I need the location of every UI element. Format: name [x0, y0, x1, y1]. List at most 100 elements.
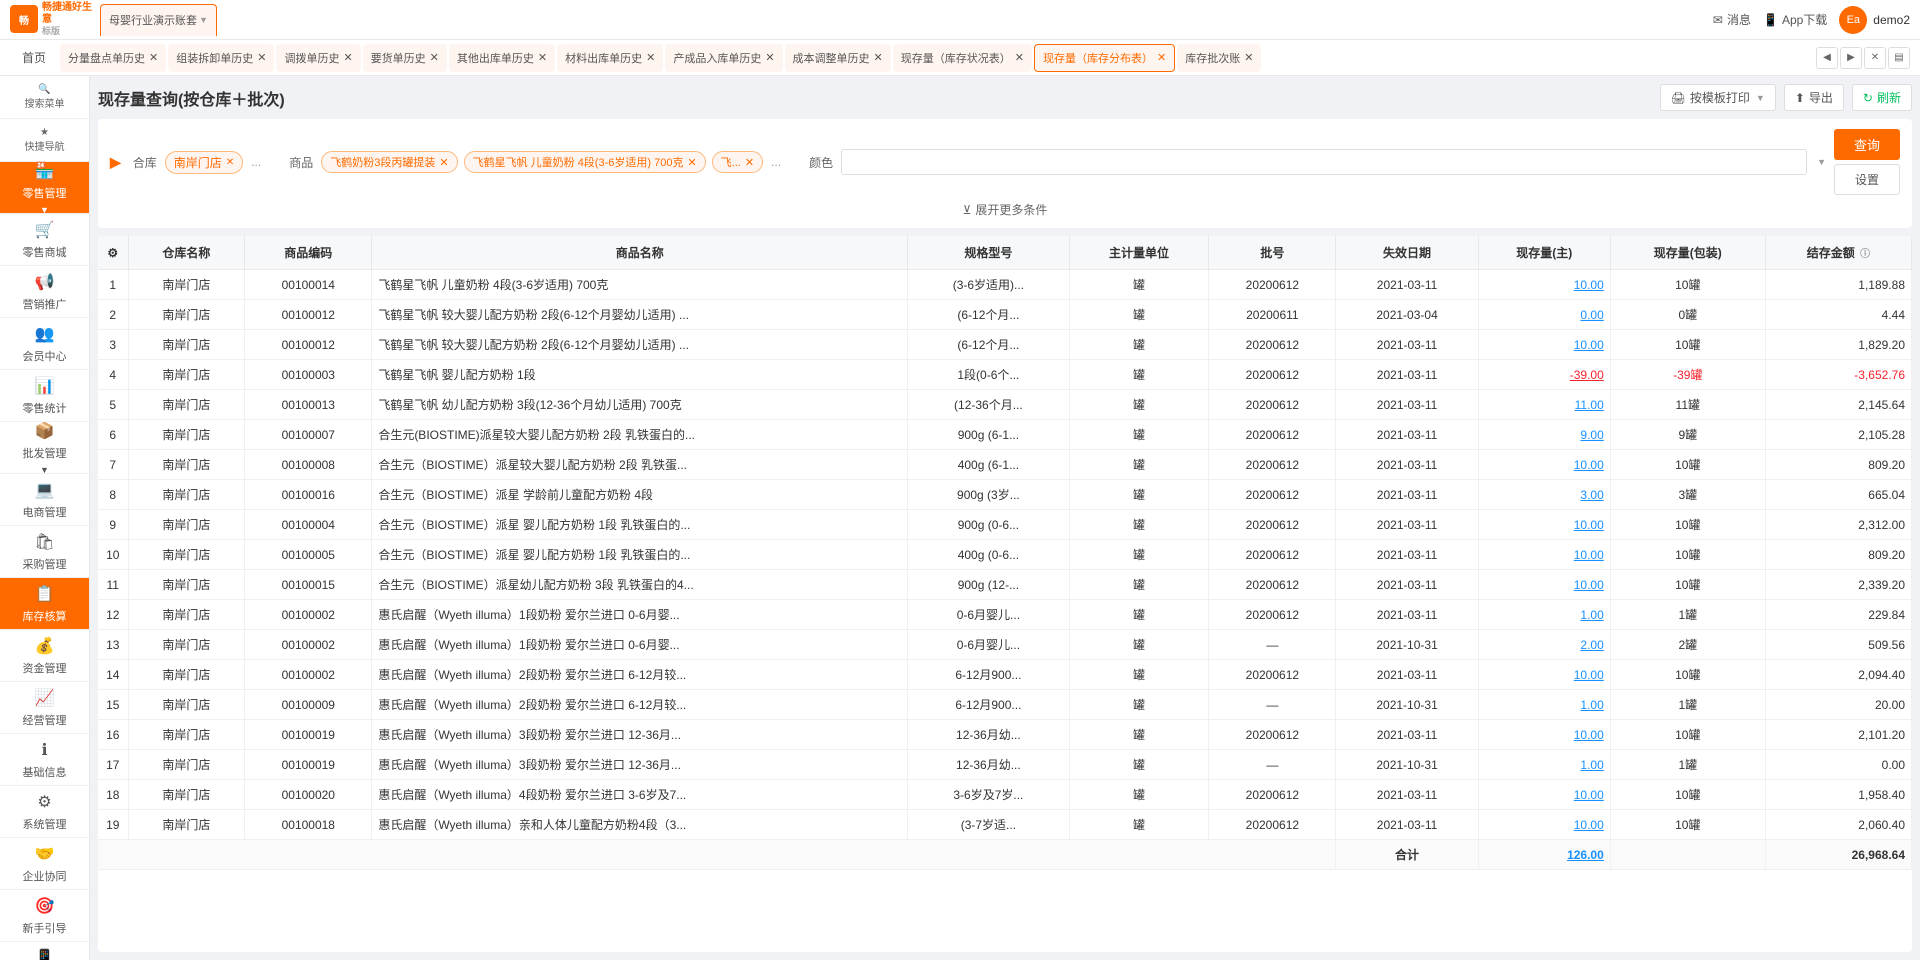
sidebar-item-collab[interactable]: 🤝 企业协同: [0, 838, 89, 890]
sidebar-item-ecommerce[interactable]: 💻 电商管理: [0, 474, 89, 526]
tab-diaob[interactable]: 调拨单历史 ✕: [276, 44, 360, 72]
tab-close-btn[interactable]: ✕: [1864, 47, 1886, 69]
cell-spec: (3-6岁适用)...: [908, 270, 1069, 300]
close-icon[interactable]: ✕: [646, 51, 655, 64]
sidebar-item-finance[interactable]: 💰 资金管理: [0, 630, 89, 682]
home-tab[interactable]: 首页: [10, 44, 58, 72]
tab-menu-btn[interactable]: ▤: [1888, 47, 1910, 69]
query-btn[interactable]: 查询: [1834, 129, 1900, 160]
cell-qty-main[interactable]: 10.00: [1478, 570, 1610, 600]
color-dropdown[interactable]: [841, 149, 1807, 175]
cell-qty-main[interactable]: 0.00: [1478, 300, 1610, 330]
tab-zuhe[interactable]: 组装拆卸单历史 ✕: [168, 44, 274, 72]
cell-qty-main[interactable]: 3.00: [1478, 480, 1610, 510]
cell-unit: 罐: [1069, 540, 1209, 570]
cell-qty-main[interactable]: 2.00: [1478, 630, 1610, 660]
tab-yaohuo[interactable]: 要货单历史 ✕: [363, 44, 447, 72]
sidebar-item-retail-mall[interactable]: 🛒 零售商城: [0, 214, 89, 266]
cell-qty-main[interactable]: 10.00: [1478, 660, 1610, 690]
sidebar-item-quicknav[interactable]: ★ 快捷导航: [0, 119, 89, 162]
footer-label: [98, 840, 1336, 870]
sidebar-item-retail[interactable]: 🏪 零售管理 ▼: [0, 162, 89, 214]
retail-icon: 🏪: [35, 161, 55, 181]
sidebar-item-retail-stats[interactable]: 📊 零售统计: [0, 370, 89, 422]
cell-qty-main[interactable]: 1.00: [1478, 750, 1610, 780]
tab-prev-btn[interactable]: ◀: [1816, 47, 1838, 69]
product-tag-2-remove[interactable]: ✕: [687, 156, 696, 169]
sidebar-item-marketing[interactable]: 📢 营销推广: [0, 266, 89, 318]
close-icon[interactable]: ✕: [874, 51, 883, 64]
warehouse-tag[interactable]: 南岸门店 ✕: [165, 151, 243, 174]
sidebar-item-search[interactable]: 🔍 搜索菜单: [0, 76, 89, 119]
cell-code: 00100008: [245, 450, 372, 480]
table-row: 17 南岸门店 00100019 惠氏启醒（Wyeth illuma）3段奶粉 …: [98, 750, 1912, 780]
cell-qty-main[interactable]: 10.00: [1478, 330, 1610, 360]
cell-qty-main[interactable]: 10.00: [1478, 510, 1610, 540]
cell-amount: 1,189.88: [1765, 270, 1911, 300]
cell-qty-main[interactable]: 10.00: [1478, 540, 1610, 570]
close-icon[interactable]: ✕: [1157, 51, 1166, 64]
sidebar-item-system[interactable]: ⚙ 系统管理: [0, 786, 89, 838]
close-icon[interactable]: ✕: [1244, 51, 1253, 64]
product-tag-2[interactable]: 飞鹤星飞帆 儿童奶粉 4段(3-6岁适用) 700克 ✕: [464, 151, 706, 173]
product-tag-1-remove[interactable]: ✕: [439, 156, 448, 169]
sidebar-item-operations[interactable]: 📈 经营管理: [0, 682, 89, 734]
dropdown-tab[interactable]: 母婴行业演示账套 ▼: [100, 4, 217, 36]
close-icon[interactable]: ✕: [430, 51, 439, 64]
user-area[interactable]: Ea demo2: [1839, 6, 1910, 34]
setting-btn[interactable]: 设置: [1834, 164, 1900, 195]
tab-fenpan[interactable]: 分量盘点单历史 ✕: [60, 44, 166, 72]
warehouse-remove-icon[interactable]: ✕: [226, 157, 234, 168]
info-icon[interactable]: ⓘ: [1860, 249, 1870, 260]
tab-other-out[interactable]: 其他出库单历史 ✕: [449, 44, 555, 72]
sidebar-finance-label: 资金管理: [23, 660, 67, 676]
cell-qty-main[interactable]: 1.00: [1478, 600, 1610, 630]
tab-inventory-status[interactable]: 现存量（库存状况表） ✕: [893, 44, 1032, 72]
product-tag-3[interactable]: 飞... ✕: [712, 151, 763, 173]
cell-qty-main[interactable]: 10.00: [1478, 450, 1610, 480]
tab-material[interactable]: 材料出库单历史 ✕: [557, 44, 663, 72]
sidebar-item-member[interactable]: 👥 会员中心: [0, 318, 89, 370]
cell-qty-main[interactable]: -39.00: [1478, 360, 1610, 390]
sidebar-item-inventory[interactable]: 📋 库存核算: [0, 578, 89, 630]
close-icon[interactable]: ✕: [343, 51, 352, 64]
close-icon[interactable]: ✕: [765, 51, 774, 64]
sidebar-item-purchase[interactable]: 🛍 采购管理: [0, 526, 89, 578]
message-btn[interactable]: ✉ 消息: [1713, 11, 1751, 28]
settings-icon[interactable]: ⚙: [107, 246, 118, 260]
tab-batch-account[interactable]: 库存批次账 ✕: [1177, 44, 1261, 72]
export-btn[interactable]: ⬆ 导出: [1784, 84, 1844, 111]
close-icon[interactable]: ✕: [1015, 51, 1024, 64]
tab-next-btn[interactable]: ▶: [1840, 47, 1862, 69]
app-download-btn[interactable]: 📱 App下载: [1763, 11, 1827, 28]
cell-unit: 罐: [1069, 330, 1209, 360]
expand-conditions[interactable]: ⊻ 展开更多条件: [963, 201, 1048, 218]
product-tag-3-remove[interactable]: ✕: [745, 156, 754, 169]
cell-qty-main[interactable]: 10.00: [1478, 720, 1610, 750]
tab-cost[interactable]: 成本调整单历史 ✕: [785, 44, 891, 72]
close-icon[interactable]: ✕: [538, 51, 547, 64]
cell-qty-main[interactable]: 1.00: [1478, 690, 1610, 720]
warehouse-more[interactable]: ...: [251, 155, 261, 169]
sidebar-item-wholesale[interactable]: 📦 批发管理 ▼: [0, 422, 89, 474]
filter-expand-left[interactable]: ▶: [110, 154, 121, 171]
product-more[interactable]: ...: [771, 155, 781, 169]
sidebar-item-appcenter[interactable]: 📱 应用中心: [0, 942, 89, 960]
tab-product-in[interactable]: 产成品入库单历史 ✕: [665, 44, 782, 72]
product-tag-1[interactable]: 飞鹤奶粉3段丙罐提装 ✕: [321, 151, 457, 173]
refresh-btn[interactable]: ↻ 刷新: [1852, 84, 1912, 111]
cell-qty-main[interactable]: 9.00: [1478, 420, 1610, 450]
cell-qty-main[interactable]: 10.00: [1478, 810, 1610, 840]
sidebar-item-guide[interactable]: 🎯 新手引导: [0, 890, 89, 942]
cell-qty-main[interactable]: 10.00: [1478, 270, 1610, 300]
close-icon[interactable]: ✕: [149, 51, 158, 64]
th-settings[interactable]: ⚙: [98, 236, 128, 270]
print-btn[interactable]: 🖨 按模板打印 ▼: [1660, 84, 1776, 111]
sidebar-item-basic[interactable]: ℹ 基础信息: [0, 734, 89, 786]
cell-qty-main[interactable]: 10.00: [1478, 780, 1610, 810]
close-icon[interactable]: ✕: [257, 51, 266, 64]
avatar: Ea: [1839, 6, 1867, 34]
tab-inventory-dist[interactable]: 现存量（库存分布表） ✕: [1034, 44, 1175, 72]
cell-qty-main[interactable]: 11.00: [1478, 390, 1610, 420]
cell-code: 00100019: [245, 720, 372, 750]
